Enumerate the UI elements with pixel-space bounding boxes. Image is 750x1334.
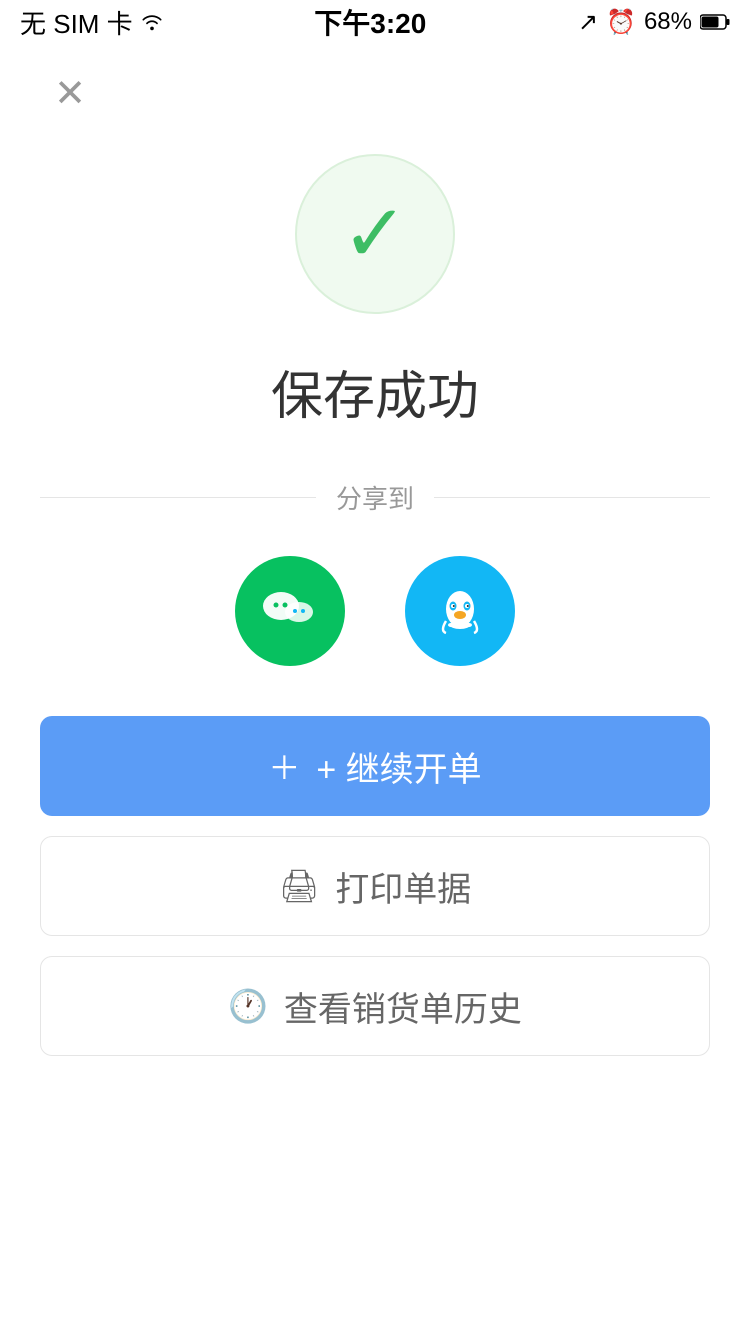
success-circle: ✓	[295, 154, 455, 314]
print-button[interactable]: 🖨 打印单据	[40, 836, 710, 936]
wifi-icon	[141, 13, 163, 31]
history-button[interactable]: 🕐 查看销货单历史	[40, 956, 710, 1056]
close-button[interactable]: ✕	[40, 64, 100, 124]
plus-icon: ＋	[268, 743, 300, 789]
continue-order-label: + 继续开单	[316, 742, 481, 791]
battery-label: 68%	[644, 8, 692, 36]
wechat-icon	[257, 578, 323, 644]
qq-share-button[interactable]	[405, 556, 515, 666]
share-icons-row	[40, 556, 710, 666]
location-icon: ↗	[578, 8, 598, 37]
divider-right	[434, 497, 710, 498]
share-section: 分享到	[40, 479, 710, 666]
status-left: 无 SIM 卡	[20, 4, 163, 41]
success-title: 保存成功	[271, 354, 479, 429]
print-label: 打印单据	[335, 862, 471, 911]
continue-order-button[interactable]: ＋ + 继续开单	[40, 716, 710, 816]
print-icon: 🖨	[279, 867, 320, 905]
battery-icon	[700, 14, 730, 30]
status-time: 下午3:20	[314, 2, 426, 42]
history-label: 查看销货单历史	[284, 982, 522, 1031]
status-bar: 无 SIM 卡 下午3:20 ↗ ⏰ 68%	[0, 0, 750, 44]
divider-left	[40, 497, 316, 498]
share-label: 分享到	[336, 479, 414, 516]
action-buttons: ＋ + 继续开单 🖨 打印单据 🕐 查看销货单历史	[40, 716, 710, 1056]
wechat-share-button[interactable]	[235, 556, 345, 666]
qq-icon	[430, 581, 490, 641]
sim-label: 无 SIM 卡	[20, 4, 133, 41]
alarm-icon: ⏰	[606, 8, 636, 37]
share-divider: 分享到	[40, 479, 710, 516]
main-content: ✕ ✓ 保存成功 分享到	[0, 44, 750, 1334]
history-icon: 🕐	[228, 987, 268, 1025]
checkmark-icon: ✓	[341, 194, 408, 274]
close-icon: ✕	[54, 75, 86, 113]
status-right: ↗ ⏰ 68%	[578, 8, 730, 37]
